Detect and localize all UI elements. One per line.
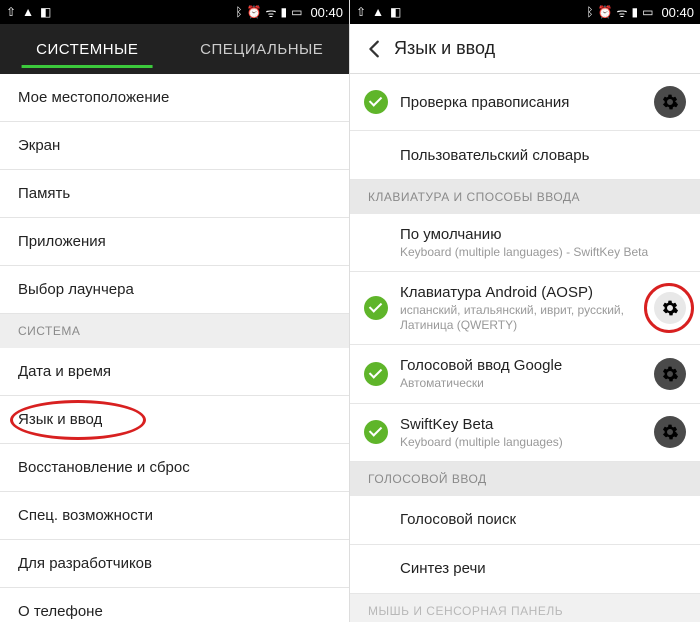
row-user-dictionary[interactable]: Пользовательский словарь [350,131,700,180]
row-title: SwiftKey Beta [400,416,654,433]
alarm-icon: ⏰ [598,5,613,19]
gear-icon[interactable] [654,86,686,118]
list-item[interactable]: Для разработчиков [0,540,349,588]
row-title: Пользовательский словарь [400,147,686,164]
warning-icon: ▲ [372,5,384,19]
list-item[interactable]: Экран [0,122,349,170]
tab-special[interactable]: СПЕЦИАЛЬНЫЕ [175,24,350,74]
upload-icon: ⇧ [6,5,16,19]
section-keyboard: КЛАВИАТУРА И СПОСОБЫ ВВОДА [350,180,700,214]
section-system: СИСТЕМА [0,314,349,348]
list-item[interactable]: Память [0,170,349,218]
row-title: По умолчанию [400,226,686,243]
status-bar: ⇧ ▲ ◧ ᛒ ⏰ ᯤ ▮ ▭ 00:40 [0,0,349,24]
row-title: Клавиатура Android (AOSP) [400,284,654,301]
tabs: СИСТЕМНЫЕ СПЕЦИАЛЬНЫЕ [0,24,349,74]
check-icon [364,420,388,444]
warning-icon: ▲ [22,5,34,19]
app-icon: ◧ [390,5,401,19]
row-aosp-keyboard[interactable]: Клавиатура Android (AOSP) испанский, ита… [350,272,700,345]
row-title: Голосовой ввод Google [400,357,654,374]
app-icon: ◧ [40,5,51,19]
clock: 00:40 [661,5,694,20]
battery-icon: ▭ [642,5,653,19]
row-subtitle: Автоматически [400,376,654,390]
row-title: Голосовой поиск [400,511,686,528]
row-subtitle: испанский, итальянский, иврит, русский, … [400,303,654,332]
list-item[interactable]: Выбор лаунчера [0,266,349,314]
wifi-icon: ᯤ [617,4,628,21]
status-bar: ⇧ ▲ ◧ ᛒ ⏰ ᯤ ▮ ▭ 00:40 [350,0,700,24]
check-icon [364,296,388,320]
section-mouse: МЫШЬ И СЕНСОРНАЯ ПАНЕЛЬ [350,594,700,622]
bluetooth-icon: ᛒ [586,5,593,19]
list-item[interactable]: Восстановление и сброс [0,444,349,492]
battery-icon: ▭ [291,5,302,19]
check-icon [364,90,388,114]
list-item[interactable]: Приложения [0,218,349,266]
spacer [364,508,388,532]
section-voice: ГОЛОСОВОЙ ВВОД [350,462,700,496]
spacer [364,557,388,581]
gear-icon[interactable] [654,416,686,448]
row-title: Проверка правописания [400,94,654,111]
row-default-keyboard[interactable]: По умолчанию Keyboard (multiple language… [350,214,700,272]
upload-icon: ⇧ [356,5,366,19]
page-title: Язык и ввод [394,38,495,59]
clock: 00:40 [310,5,343,20]
list-item[interactable]: Спец. возможности [0,492,349,540]
row-subtitle: Keyboard (multiple languages) [400,435,654,449]
row-spellcheck[interactable]: Проверка правописания [350,74,700,131]
wifi-icon: ᯤ [266,4,277,21]
signal-icon: ▮ [632,5,639,19]
spacer [364,231,388,255]
signal-icon: ▮ [281,5,288,19]
list-item-language-input[interactable]: Язык и ввод [0,396,349,444]
alarm-icon: ⏰ [247,5,262,19]
right-phone-screen: ⇧ ▲ ◧ ᛒ ⏰ ᯤ ▮ ▭ 00:40 Язык и ввод Провер… [350,0,700,622]
tab-system[interactable]: СИСТЕМНЫЕ [0,24,175,74]
row-google-voice[interactable]: Голосовой ввод Google Автоматически [350,345,700,403]
list-item[interactable]: О телефоне [0,588,349,622]
gear-icon[interactable] [654,358,686,390]
spacer [364,143,388,167]
page-header: Язык и ввод [350,24,700,74]
list-item[interactable]: Дата и время [0,348,349,396]
settings-list[interactable]: Мое местоположение Экран Память Приложен… [0,74,349,622]
language-input-list[interactable]: Проверка правописания Пользовательский с… [350,74,700,622]
list-item[interactable]: Мое местоположение [0,74,349,122]
left-phone-screen: ⇧ ▲ ◧ ᛒ ⏰ ᯤ ▮ ▭ 00:40 СИСТЕМНЫЕ СПЕЦИАЛЬ… [0,0,350,622]
gear-icon[interactable] [654,292,686,324]
row-tts[interactable]: Синтез речи [350,545,700,594]
row-voice-search[interactable]: Голосовой поиск [350,496,700,545]
check-icon [364,362,388,386]
row-subtitle: Keyboard (multiple languages) - SwiftKey… [400,245,686,259]
back-icon[interactable] [364,38,386,60]
row-title: Синтез речи [400,560,686,577]
bluetooth-icon: ᛒ [235,5,242,19]
row-swiftkey[interactable]: SwiftKey Beta Keyboard (multiple languag… [350,404,700,462]
